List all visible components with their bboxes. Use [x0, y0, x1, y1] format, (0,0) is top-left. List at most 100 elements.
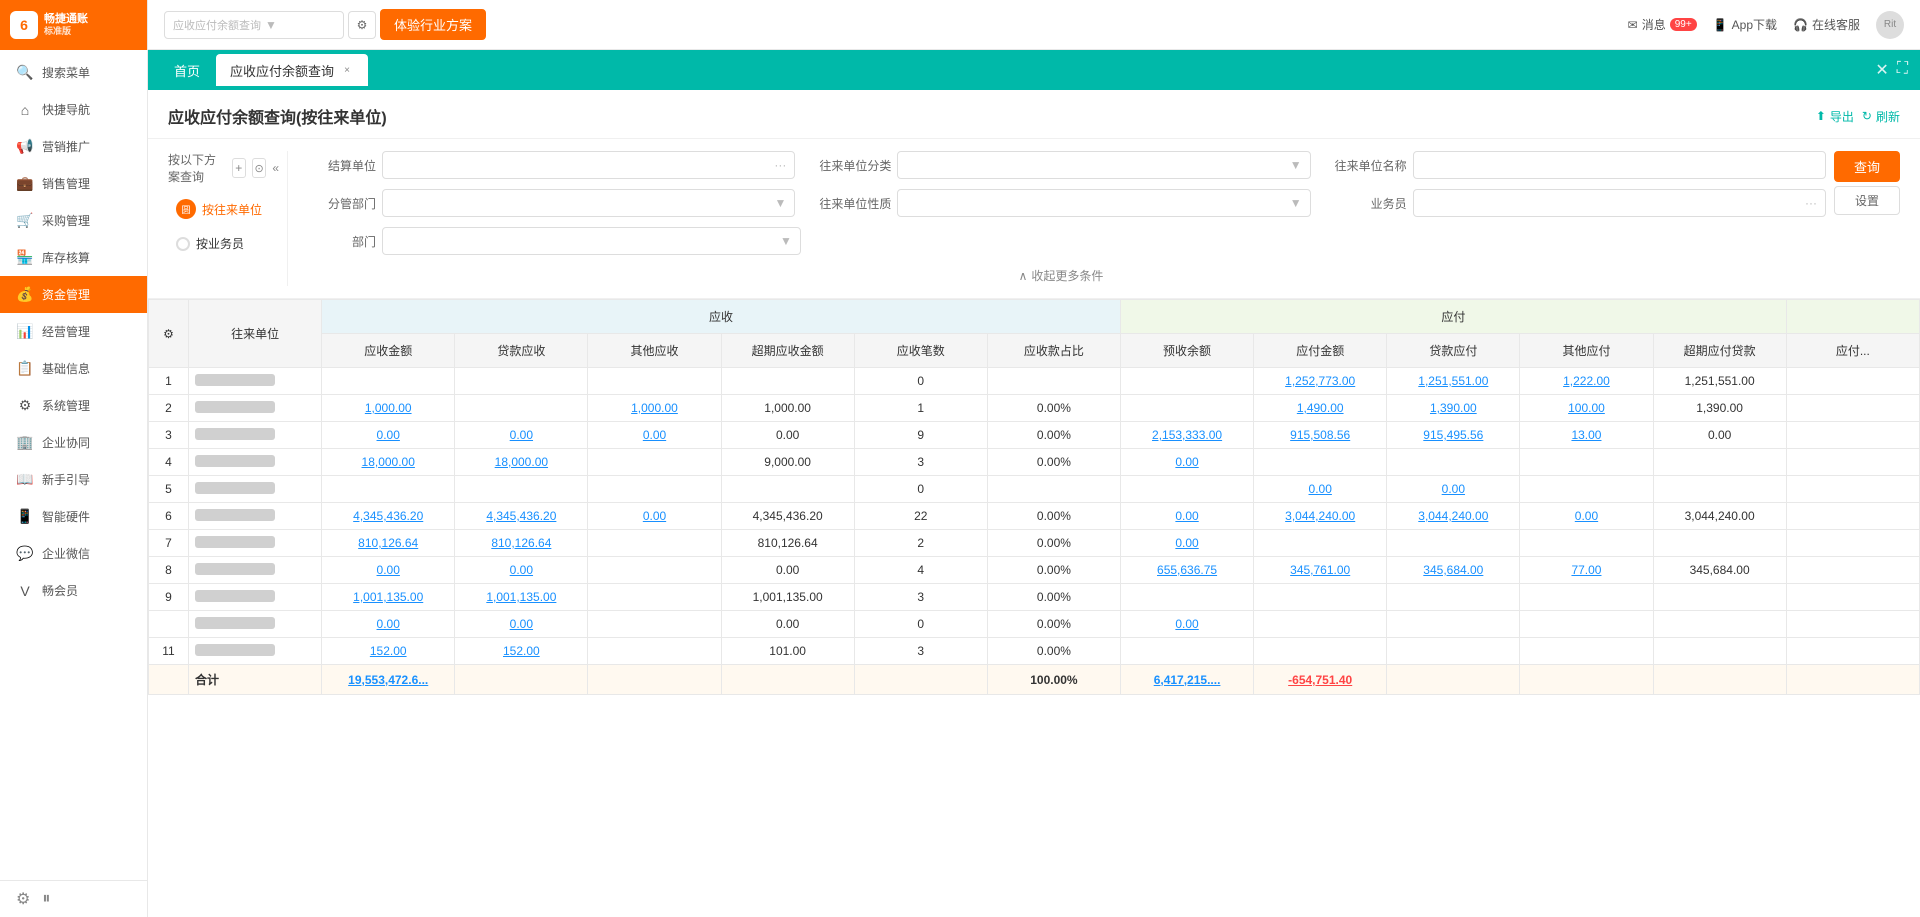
cell-ar-loan[interactable]: 0.00	[455, 422, 588, 449]
cell-ar-amount[interactable]	[322, 368, 455, 395]
collapse-icon[interactable]: ⏸	[42, 890, 50, 908]
cell-ap-loan[interactable]: 1,390.00	[1387, 395, 1520, 422]
cell-ap-loan[interactable]	[1387, 638, 1520, 665]
cell-ar-other[interactable]	[588, 638, 721, 665]
cell-ap-other[interactable]: 0.00	[1520, 503, 1653, 530]
cell-ar-amount[interactable]: 0.00	[322, 557, 455, 584]
cell-ap-amount[interactable]: 1,490.00	[1254, 395, 1387, 422]
cell-ar-prepay[interactable]: 2,153,333.00	[1120, 422, 1253, 449]
cell-ar-amount[interactable]: 1,000.00	[322, 395, 455, 422]
cell-ar-amount[interactable]: 18,000.00	[322, 449, 455, 476]
fullscreen-icon[interactable]: ⛶	[1897, 60, 1908, 80]
cell-ap-loan[interactable]: 0.00	[1387, 476, 1520, 503]
cell-ar-other[interactable]	[588, 611, 721, 638]
cell-ar-other[interactable]: 1,000.00	[588, 395, 721, 422]
cell-ar-prepay[interactable]	[1120, 584, 1253, 611]
sidebar-item-search[interactable]: 🔍搜索菜单	[0, 54, 147, 91]
cell-ap-amount[interactable]: 345,761.00	[1254, 557, 1387, 584]
sidebar-item-system[interactable]: ⚙系统管理	[0, 387, 147, 424]
cell-ar-other[interactable]	[588, 557, 721, 584]
cell-ap-loan[interactable]	[1387, 584, 1520, 611]
cell-ap-amount[interactable]	[1254, 584, 1387, 611]
th-settings[interactable]: ⚙	[149, 300, 189, 368]
cell-ap-amount[interactable]: 0.00	[1254, 476, 1387, 503]
cell-ap-loan[interactable]: 915,495.56	[1387, 422, 1520, 449]
cell-ar-prepay[interactable]: 0.00	[1120, 530, 1253, 557]
export-button[interactable]: ⬆ 导出	[1816, 108, 1854, 125]
cell-ar-loan[interactable]: 1,001,135.00	[455, 584, 588, 611]
cell-ar-amount[interactable]: 152.00	[322, 638, 455, 665]
cell-ar-prepay[interactable]	[1120, 638, 1253, 665]
fgbm-input[interactable]: ▼	[382, 189, 795, 217]
sidebar-item-member[interactable]: V畅会员	[0, 572, 147, 609]
cell-ar-other[interactable]	[588, 368, 721, 395]
cell-ar-loan[interactable]: 0.00	[455, 557, 588, 584]
sidebar-item-wechat[interactable]: 💬企业微信	[0, 535, 147, 572]
cell-ap-amount[interactable]: 3,044,240.00	[1254, 503, 1387, 530]
cell-ap-other[interactable]: 13.00	[1520, 422, 1653, 449]
cell-ar-prepay[interactable]	[1120, 476, 1253, 503]
cell-ap-other[interactable]: 1,222.00	[1520, 368, 1653, 395]
cell-ap-other[interactable]	[1520, 584, 1653, 611]
sidebar-item-finance[interactable]: 💰资金管理	[0, 276, 147, 313]
cell-ar-loan[interactable]	[455, 368, 588, 395]
cell-ar-prepay[interactable]: 0.00	[1120, 611, 1253, 638]
cell-ar-prepay[interactable]: 0.00	[1120, 449, 1253, 476]
cell-ap-other[interactable]: 77.00	[1520, 557, 1653, 584]
gear-button[interactable]: ⚙	[348, 11, 376, 39]
cell-ap-other[interactable]	[1520, 638, 1653, 665]
cell-ar-prepay[interactable]: 655,636.75	[1120, 557, 1253, 584]
wlfl-input[interactable]: ▼	[897, 151, 1310, 179]
cell-ar-loan[interactable]	[455, 476, 588, 503]
cell-ap-amount[interactable]	[1254, 530, 1387, 557]
ywy-input[interactable]: ···	[1413, 189, 1826, 217]
cell-ap-other[interactable]	[1520, 449, 1653, 476]
wlname-input[interactable]	[1413, 151, 1826, 179]
cell-ap-amount[interactable]	[1254, 611, 1387, 638]
cell-ar-loan[interactable]: 810,126.64	[455, 530, 588, 557]
collapse-btn[interactable]: ∧ 收起更多条件	[296, 265, 1826, 286]
cell-ar-other[interactable]	[588, 449, 721, 476]
tab-query[interactable]: 应收应付余额查询 ×	[216, 54, 368, 86]
cell-ar-prepay[interactable]	[1120, 395, 1253, 422]
cell-ap-other[interactable]: 100.00	[1520, 395, 1653, 422]
messages-item[interactable]: ✉ 消息 99+	[1628, 16, 1697, 33]
cell-ar-other[interactable]	[588, 584, 721, 611]
cell-ar-amount[interactable]	[322, 476, 455, 503]
collapse-scheme-btn[interactable]: «	[272, 161, 279, 175]
cell-ar-other[interactable]: 0.00	[588, 422, 721, 449]
cell-ap-other[interactable]	[1520, 476, 1653, 503]
cell-ar-other[interactable]	[588, 476, 721, 503]
sidebar-item-warehouse[interactable]: 🏪库存核算	[0, 239, 147, 276]
sidebar-item-operation[interactable]: 📊经营管理	[0, 313, 147, 350]
cell-ap-amount[interactable]	[1254, 449, 1387, 476]
cell-ap-other[interactable]	[1520, 611, 1653, 638]
cell-ar-amount[interactable]: 0.00	[322, 422, 455, 449]
cell-ar-other[interactable]: 0.00	[588, 503, 721, 530]
sidebar-item-hardware[interactable]: 📱智能硬件	[0, 498, 147, 535]
cell-ar-prepay[interactable]	[1120, 368, 1253, 395]
cell-ar-amount[interactable]: 0.00	[322, 611, 455, 638]
cell-ap-loan[interactable]: 1,251,551.00	[1387, 368, 1520, 395]
setting-button[interactable]: 设置	[1834, 186, 1900, 215]
total-ap-amount[interactable]: -654,751.40	[1254, 665, 1387, 695]
solution-button[interactable]: 体验行业方案	[380, 9, 486, 40]
sidebar-item-quick-nav[interactable]: ⌂快捷导航	[0, 91, 147, 128]
sidebar-item-sales[interactable]: 💼销售管理	[0, 165, 147, 202]
cell-ap-loan[interactable]	[1387, 449, 1520, 476]
total-ar-amount[interactable]: 19,553,472.6...	[322, 665, 455, 695]
cell-ap-loan[interactable]: 3,044,240.00	[1387, 503, 1520, 530]
cell-ap-loan[interactable]: 345,684.00	[1387, 557, 1520, 584]
settings-scheme-btn[interactable]: ⊙	[252, 158, 266, 178]
cell-ar-loan[interactable]	[455, 395, 588, 422]
close-window-icon[interactable]: ✕	[1875, 60, 1888, 80]
jiesuan-input[interactable]: ···	[382, 151, 795, 179]
sidebar-item-guide[interactable]: 📖新手引导	[0, 461, 147, 498]
query-type-partner[interactable]: 圆 按往来单位	[168, 193, 279, 225]
user-info[interactable]: Rit	[1876, 11, 1904, 39]
tab-close-icon[interactable]: ×	[340, 63, 354, 77]
cell-ar-amount[interactable]: 1,001,135.00	[322, 584, 455, 611]
cell-ar-loan[interactable]: 152.00	[455, 638, 588, 665]
sidebar-item-marketing[interactable]: 📢营销推广	[0, 128, 147, 165]
query-button[interactable]: 查询	[1834, 151, 1900, 182]
